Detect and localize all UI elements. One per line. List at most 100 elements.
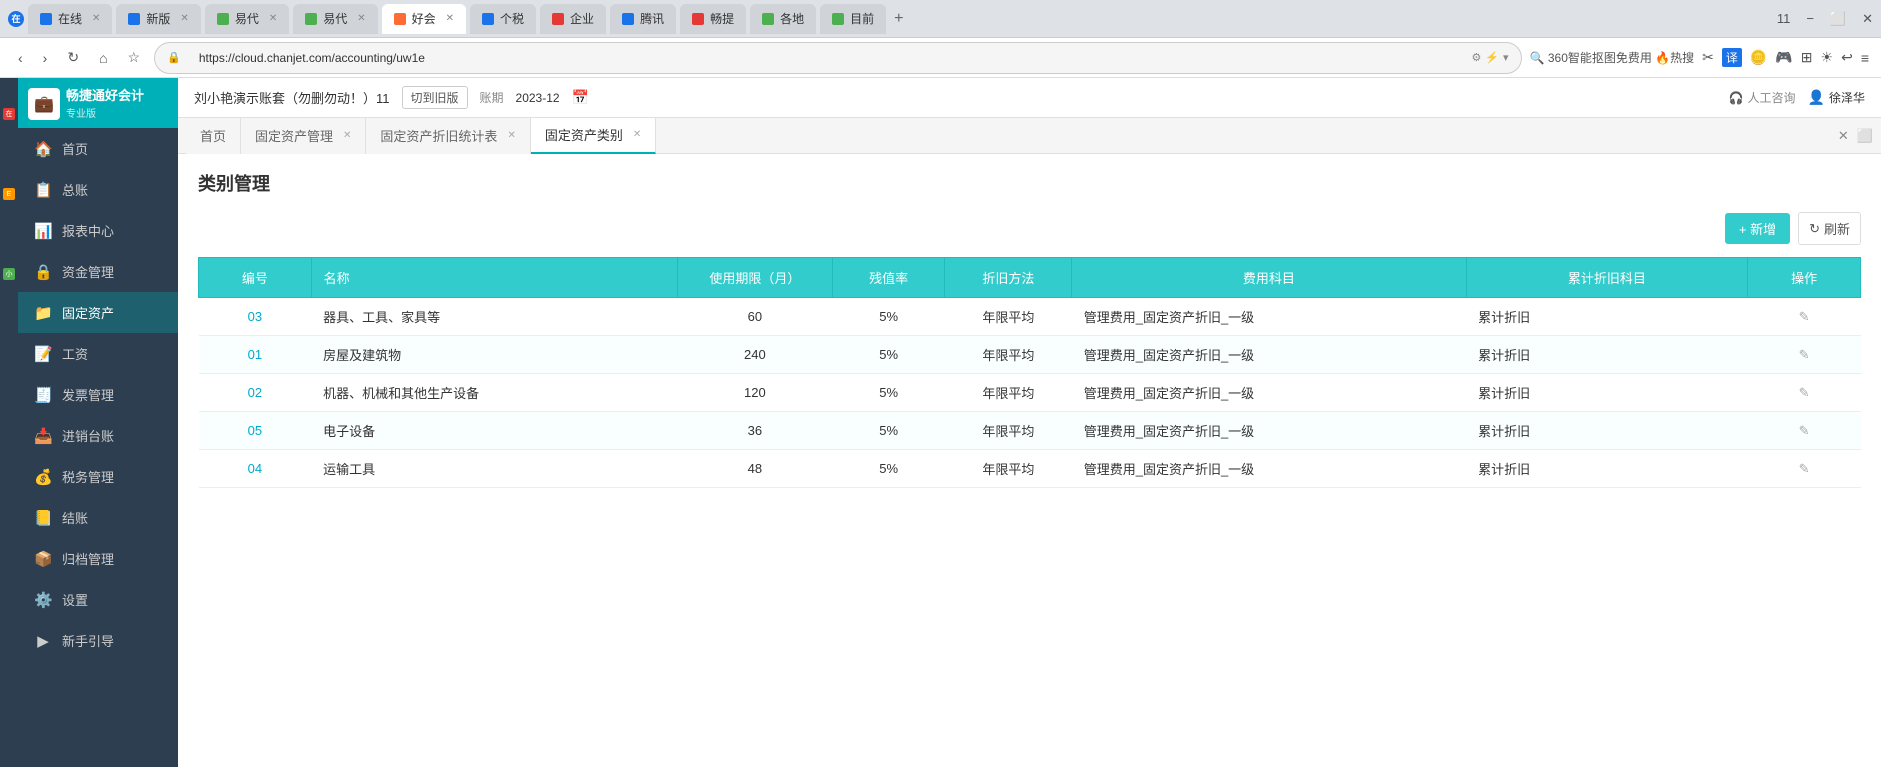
ledger-icon: 📋 xyxy=(34,181,52,199)
tab-close-icon[interactable]: ✕ xyxy=(92,13,100,24)
edit-icon[interactable]: ✎ xyxy=(1799,423,1810,438)
browser-tab-active[interactable]: 好会 ✕ xyxy=(382,4,466,34)
browser-tab-easy2[interactable]: 易代 ✕ xyxy=(293,4,377,34)
calendar-icon[interactable]: 📅 xyxy=(572,89,589,106)
page-tab-home[interactable]: 首页 xyxy=(186,118,241,154)
col-expense: 费用科目 xyxy=(1072,258,1466,298)
back-button[interactable]: ‹ xyxy=(12,48,29,68)
cell-method: 年限平均 xyxy=(945,412,1072,450)
sidebar-item-label: 报表中心 xyxy=(62,221,114,240)
undo-icon[interactable]: ↩ xyxy=(1841,49,1853,66)
grid-icon[interactable]: ⊞ xyxy=(1801,49,1813,66)
window-control-max[interactable]: ⬜ xyxy=(1830,11,1846,27)
coin-icon[interactable]: 🪙 xyxy=(1750,49,1767,66)
sidebar-item-close[interactable]: 📒 结账 xyxy=(18,497,178,538)
sidebar-item-settings[interactable]: ⚙️ 设置 xyxy=(18,579,178,620)
sidebar-item-invoice[interactable]: 🧾 发票管理 xyxy=(18,374,178,415)
browser-tab-corp[interactable]: 企业 xyxy=(540,4,606,34)
sidebar-item-finance[interactable]: 🔒 资金管理 xyxy=(18,251,178,292)
browser-tab-chang[interactable]: 畅提 xyxy=(680,4,746,34)
cell-action[interactable]: ✎ xyxy=(1748,412,1861,450)
browser-tab-muqian[interactable]: 目前 xyxy=(820,4,886,34)
sidebar-item-label: 进销台账 xyxy=(62,426,114,445)
sidebar-item-purchases[interactable]: 📥 进销台账 xyxy=(18,415,178,456)
browser-tab-tax[interactable]: 个税 xyxy=(470,4,536,34)
cell-expense: 管理费用_固定资产折旧_一级 xyxy=(1072,412,1466,450)
tab-close-icon[interactable]: ✕ xyxy=(357,13,365,24)
sidebar-item-payroll[interactable]: 📝 工资 xyxy=(18,333,178,374)
cell-code: 02 xyxy=(199,374,312,412)
table-row: 02 机器、机械和其他生产设备 120 5% 年限平均 管理费用_固定资产折旧_… xyxy=(199,374,1861,412)
sidebar-item-home[interactable]: 🏠 首页 xyxy=(18,128,178,169)
sidebar-nav: 🏠 首页 📋 总账 📊 报表中心 🔒 资金管理 📁 固定资产 📝 工资 xyxy=(18,128,178,767)
cell-action[interactable]: ✎ xyxy=(1748,298,1861,336)
sidebar-item-archive[interactable]: 📦 归档管理 xyxy=(18,538,178,579)
tab-close-all-icon[interactable]: ✕ xyxy=(1838,128,1849,144)
window-control-min[interactable]: − xyxy=(1806,11,1814,27)
window-control-close[interactable]: ✕ xyxy=(1862,11,1873,27)
page-tab-label: 固定资产类别 xyxy=(545,125,623,144)
assets-icon: 📁 xyxy=(34,304,52,322)
tab-close-icon[interactable]: ✕ xyxy=(269,13,277,24)
page-tab-depreciation-table[interactable]: 固定资产折旧统计表 ✕ xyxy=(366,118,530,154)
cell-code: 03 xyxy=(199,298,312,336)
edit-icon[interactable]: ✎ xyxy=(1799,347,1810,362)
switch-version-button[interactable]: 切到旧版 xyxy=(402,86,468,109)
browser-tab-tencent[interactable]: 腾讯 xyxy=(610,4,676,34)
tab-close-icon[interactable]: ✕ xyxy=(343,130,351,141)
edit-icon[interactable]: ✎ xyxy=(1799,309,1810,324)
bookmark-star-icon[interactable]: ⚡ xyxy=(1485,51,1499,64)
browser-tab-online[interactable]: 在线 ✕ xyxy=(28,4,112,34)
forward-button[interactable]: › xyxy=(37,48,54,68)
cell-code: 05 xyxy=(199,412,312,450)
page-tab-label: 固定资产管理 xyxy=(255,126,333,145)
tab-close-icon[interactable]: ✕ xyxy=(633,129,641,140)
tab-expand-icon[interactable]: ⬜ xyxy=(1857,128,1873,144)
scissors-icon[interactable]: ✂ xyxy=(1702,49,1714,66)
expand-icon[interactable]: ▾ xyxy=(1503,51,1509,64)
sidebar-item-tax[interactable]: 💰 税务管理 xyxy=(18,456,178,497)
sidebar-item-label: 设置 xyxy=(62,590,88,609)
tab-close-icon[interactable]: ✕ xyxy=(507,130,515,141)
cell-action[interactable]: ✎ xyxy=(1748,374,1861,412)
service-button[interactable]: 🎧 人工咨询 xyxy=(1729,89,1796,106)
user-menu[interactable]: 👤 徐泽华 xyxy=(1808,89,1865,106)
page-tab-label: 固定资产折旧统计表 xyxy=(380,126,497,145)
cell-expense: 管理费用_固定资产折旧_一级 xyxy=(1072,298,1466,336)
tab-close-icon[interactable]: ✕ xyxy=(180,13,188,24)
url-input[interactable] xyxy=(185,47,1468,69)
add-button[interactable]: + 新增 xyxy=(1725,213,1790,244)
browser-tab-new[interactable]: 新版 ✕ xyxy=(116,4,200,34)
cell-method: 年限平均 xyxy=(945,450,1072,488)
sidebar-item-ledger[interactable]: 📋 总账 xyxy=(18,169,178,210)
tab-close-icon[interactable]: ✕ xyxy=(446,13,454,24)
company-name: 刘小艳演示账套（勿删勿动！）11 xyxy=(194,88,390,107)
page-tab-assets-mgmt[interactable]: 固定资产管理 ✕ xyxy=(241,118,366,154)
cell-action[interactable]: ✎ xyxy=(1748,450,1861,488)
reload-button[interactable]: ↻ xyxy=(61,47,85,68)
col-residual: 残值率 xyxy=(832,258,945,298)
sidebar-item-assets[interactable]: 📁 固定资产 xyxy=(18,292,178,333)
browser-tab-easy1[interactable]: 易代 ✕ xyxy=(205,4,289,34)
new-tab-button[interactable]: + xyxy=(890,10,907,28)
sun-icon[interactable]: ☀ xyxy=(1821,49,1834,66)
site-info-icon[interactable]: ⚙ xyxy=(1471,51,1481,64)
refresh-button[interactable]: ↻ 刷新 xyxy=(1798,212,1861,245)
cell-method: 年限平均 xyxy=(945,374,1072,412)
settings-icon: ⚙️ xyxy=(34,591,52,609)
cell-residual: 5% xyxy=(832,336,945,374)
edit-icon[interactable]: ✎ xyxy=(1799,461,1810,476)
translate-icon[interactable]: 译 xyxy=(1722,48,1742,67)
browser-tab-gedi[interactable]: 各地 xyxy=(750,4,816,34)
home-button[interactable]: ⌂ xyxy=(93,48,113,68)
page-tab-category[interactable]: 固定资产类别 ✕ xyxy=(531,118,656,154)
cell-action[interactable]: ✎ xyxy=(1748,336,1861,374)
game-icon[interactable]: 🎮 xyxy=(1775,49,1792,66)
sidebar-item-guide[interactable]: ▶ 新手引导 xyxy=(18,620,178,661)
table-row: 01 房屋及建筑物 240 5% 年限平均 管理费用_固定资产折旧_一级 累计折… xyxy=(199,336,1861,374)
cell-depreciation: 累计折旧 xyxy=(1466,450,1748,488)
sidebar-item-reports[interactable]: 📊 报表中心 xyxy=(18,210,178,251)
menu-icon[interactable]: ≡ xyxy=(1861,50,1869,66)
edit-icon[interactable]: ✎ xyxy=(1799,385,1810,400)
bookmark-button[interactable]: ☆ xyxy=(122,47,147,68)
